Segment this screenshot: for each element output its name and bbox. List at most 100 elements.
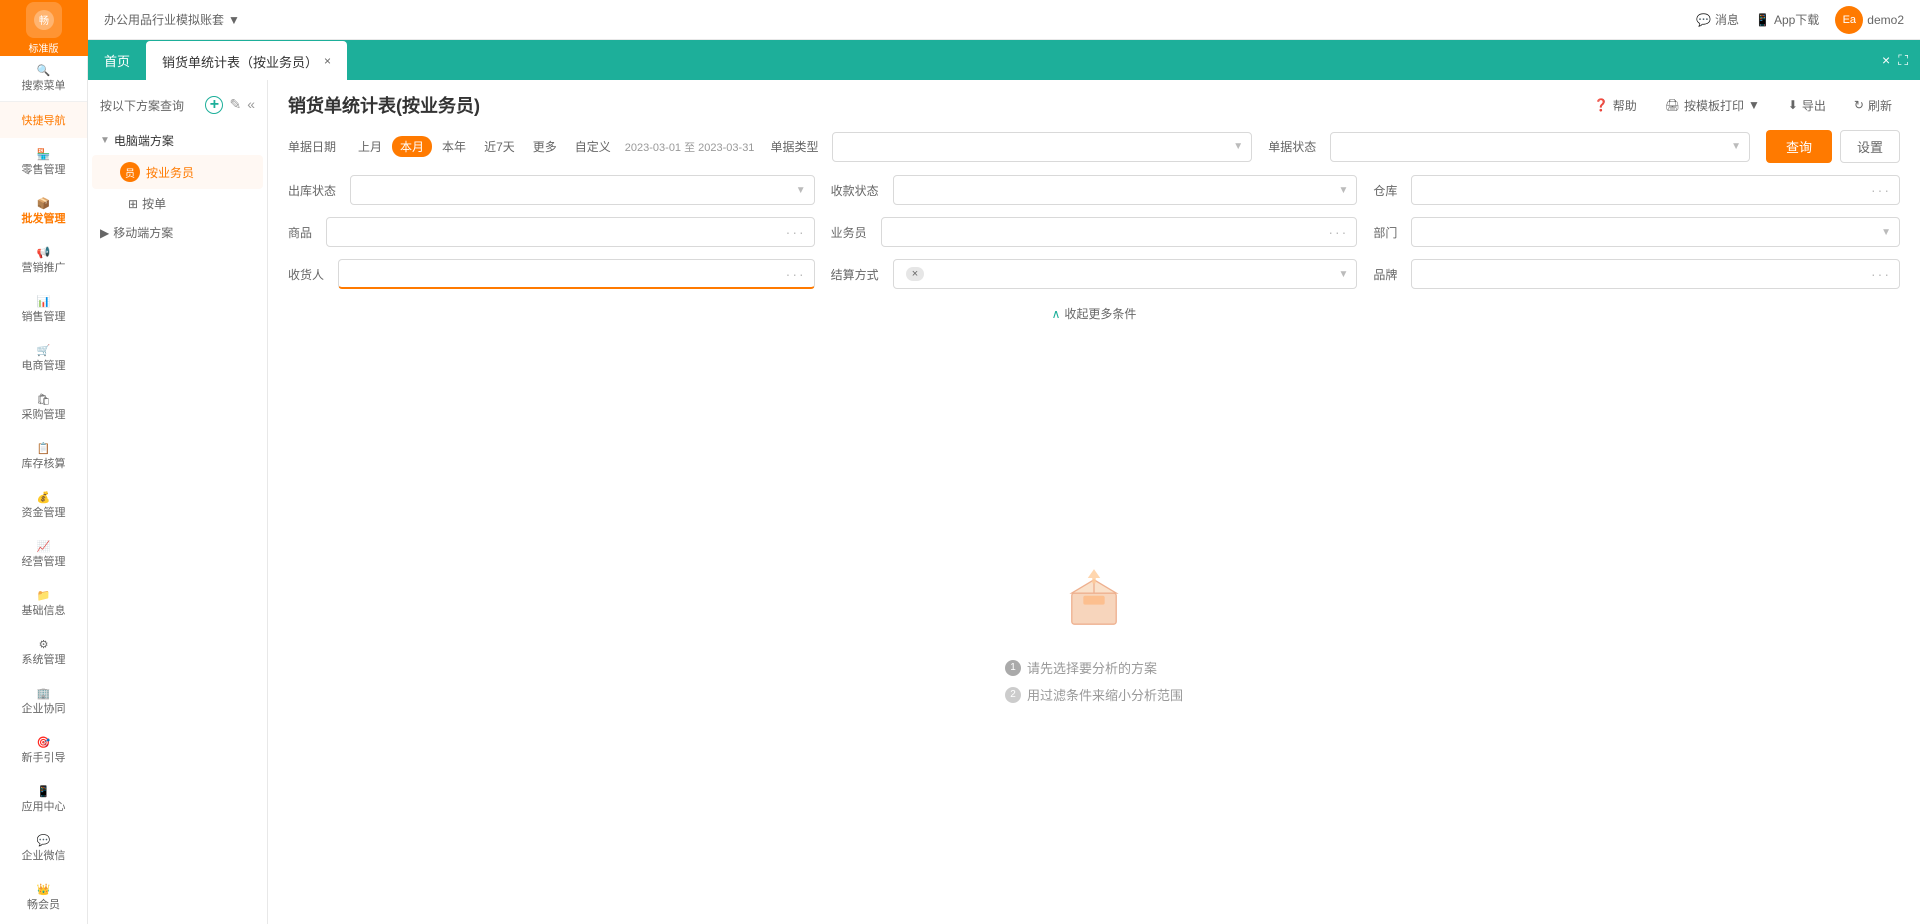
sidebar-item-ecommerce[interactable]: 🛒 电商管理 (0, 334, 87, 383)
sidebar-item-system[interactable]: ⚙ 系统管理 (0, 628, 87, 677)
goods-select[interactable]: ··· (326, 217, 815, 247)
help-button[interactable]: ❓ 帮助 (1586, 93, 1645, 118)
collapse-label: 收起更多条件 (1064, 305, 1136, 322)
help-icon: ❓ (1594, 98, 1609, 112)
sidebar-item-member[interactable]: 👑 畅会员 (0, 873, 87, 922)
sidebar-item-wechat[interactable]: 💬 企业微信 (0, 824, 87, 873)
tree-group-desktop[interactable]: ▼ 电脑端方案 (88, 126, 267, 155)
settlement-tag[interactable]: × (906, 267, 924, 281)
header-right: 💬 消息 📱 App下载 Ea demo2 (1696, 6, 1904, 34)
export-icon: ⬇ (1788, 98, 1798, 112)
date-tab-more[interactable]: 更多 (525, 136, 565, 157)
doc-type-label: 单据类型 (770, 138, 818, 155)
sidebar-item-wholesale[interactable]: 📦 批发管理 (0, 187, 87, 236)
settlement-select[interactable]: × ▼ (893, 259, 1358, 289)
settlement-tag-close-icon: × (912, 268, 918, 280)
setting-button[interactable]: 设置 (1840, 130, 1900, 163)
sidebar-item-enterprise[interactable]: 🏢 企业协同 (0, 677, 87, 726)
brand-dots-icon: ··· (1871, 266, 1891, 282)
print-button[interactable]: 🖨 按模板打印 ▼ (1657, 93, 1768, 118)
tab-close-icon[interactable]: × (324, 54, 331, 68)
warehouse-select[interactable]: ··· (1411, 175, 1900, 205)
refresh-button[interactable]: ↻ 刷新 (1846, 93, 1900, 118)
tree-group-mobile[interactable]: ▶ 移动端方案 (88, 218, 267, 247)
add-scheme-button[interactable]: + (205, 96, 223, 114)
app-download-button[interactable]: 📱 App下载 (1755, 11, 1819, 28)
top-header: 办公用品行业模拟账套 ▼ 💬 消息 📱 App下载 Ea demo2 (88, 0, 1920, 40)
date-tab-current-year[interactable]: 本年 (434, 136, 474, 157)
collapse-arrow-icon: ∧ (1052, 307, 1061, 321)
warehouse-dots-icon: ··· (1871, 182, 1891, 198)
empty-state: 1 请先选择要分析的方案 2 用过滤条件来缩小分析范围 (1005, 562, 1183, 704)
marketing-icon: 📢 (0, 246, 87, 259)
doc-status-select[interactable]: ▼ (1330, 132, 1750, 162)
page-title-actions: ❓ 帮助 🖨 按模板打印 ▼ ⬇ 导出 ↻ 刷新 (1586, 93, 1900, 118)
brand-select[interactable]: ··· (1411, 259, 1900, 289)
sidebar-item-appstore[interactable]: 📱 应用中心 (0, 775, 87, 824)
tree-arrow-right-icon: ▶ (100, 226, 109, 240)
page-title-bar: 销货单统计表(按业务员) ❓ 帮助 🖨 按模板打印 ▼ ⬇ 导出 (268, 80, 1920, 118)
filter-row-2: 出库状态 ▼ 收款状态 ▼ 仓库 (288, 175, 1900, 205)
salesman-select[interactable]: ··· (881, 217, 1358, 247)
receipt-status-select[interactable]: ▼ (893, 175, 1358, 205)
tab-home[interactable]: 首页 (88, 40, 146, 80)
sidebar-item-sales[interactable]: 📊 销售管理 (0, 285, 87, 334)
avatar-text: Ea (1843, 14, 1856, 26)
date-tab-custom[interactable]: 自定义 (567, 136, 619, 157)
purchase-icon: 🛍 (0, 393, 87, 406)
receiver-input[interactable]: ··· (338, 259, 815, 289)
receipt-status-label: 收款状态 (831, 182, 879, 199)
date-tab-current-month[interactable]: 本月 (392, 136, 432, 157)
wechat-icon: 💬 (0, 834, 87, 847)
print-dropdown-icon: ▼ (1748, 98, 1760, 112)
ecommerce-icon: 🛒 (0, 344, 87, 357)
sidebar-item-retail[interactable]: 🏪 零售管理 (0, 138, 87, 187)
sidebar-search[interactable]: 🔍 搜索菜单 (0, 56, 87, 102)
out-status-select[interactable]: ▼ (350, 175, 815, 205)
active-tab-label: 销货单统计表（按业务员） (162, 52, 318, 71)
user-name: demo2 (1867, 13, 1904, 27)
breadcrumb-dropdown[interactable]: 办公用品行业模拟账套 ▼ (104, 11, 240, 28)
salesman-label: 业务员 (831, 224, 867, 241)
message-icon: 💬 (1696, 13, 1711, 27)
left-panel-title: 按以下方案查询 (100, 97, 184, 114)
sidebar-item-finance[interactable]: 💰 资金管理 (0, 481, 87, 530)
sidebar-item-basic[interactable]: 📁 基础信息 (0, 579, 87, 628)
appstore-icon: 📱 (0, 785, 87, 798)
empty-tips: 1 请先选择要分析的方案 2 用过滤条件来缩小分析范围 (1005, 658, 1183, 704)
enterprise-icon: 🏢 (0, 687, 87, 700)
tree-item-salesman[interactable]: 员 按业务员 (92, 155, 263, 189)
tab-sales-stat[interactable]: 销货单统计表（按业务员） × (146, 41, 347, 81)
print-icon: 🖨 (1665, 98, 1680, 112)
tree-item-order[interactable]: ⊞ 按单 (88, 189, 267, 218)
sidebar-quick-nav[interactable]: 快捷导航 (0, 102, 87, 138)
tab-window-close-icon[interactable]: × (1882, 52, 1890, 68)
user-avatar-area[interactable]: Ea demo2 (1835, 6, 1904, 34)
date-tab-7days[interactable]: 近7天 (476, 136, 523, 157)
message-button[interactable]: 💬 消息 (1696, 11, 1739, 28)
sidebar-item-purchase[interactable]: 🛍 采购管理 (0, 383, 87, 432)
sidebar-item-newbie[interactable]: 🎯 新手引导 (0, 726, 87, 775)
export-button[interactable]: ⬇ 导出 (1780, 93, 1834, 118)
query-button[interactable]: 查询 (1766, 130, 1832, 163)
brand-label: 品牌 (1373, 266, 1397, 283)
empty-icon (1054, 562, 1134, 642)
edit-scheme-button[interactable]: ✎ (229, 96, 241, 114)
salesman-scheme-icon: 员 (120, 162, 140, 182)
sidebar-item-operations[interactable]: 📈 经营管理 (0, 530, 87, 579)
tab-window-maximize-icon[interactable]: ⛶ (1898, 52, 1908, 69)
collapse-panel-button[interactable]: « (247, 96, 255, 114)
doc-status-dropdown-icon: ▼ (1731, 141, 1741, 152)
inventory-icon: 📋 (0, 442, 87, 455)
sidebar-item-marketing[interactable]: 📢 营销推广 (0, 236, 87, 285)
department-select[interactable]: ▼ (1411, 217, 1900, 247)
date-tab-prev-month[interactable]: 上月 (350, 136, 390, 157)
refresh-icon: ↻ (1854, 98, 1864, 112)
date-tabs: 上月 本月 本年 近7天 更多 自定义 (350, 136, 619, 157)
doc-type-select[interactable]: ▼ (832, 132, 1252, 162)
settlement-dropdown-icon: ▼ (1338, 269, 1348, 280)
logo-text: 标准版 (29, 40, 59, 55)
out-status-dropdown-icon: ▼ (796, 185, 806, 196)
sidebar-item-inventory[interactable]: 📋 库存核算 (0, 432, 87, 481)
collapse-filter-button[interactable]: ∧ 收起更多条件 (288, 297, 1900, 330)
